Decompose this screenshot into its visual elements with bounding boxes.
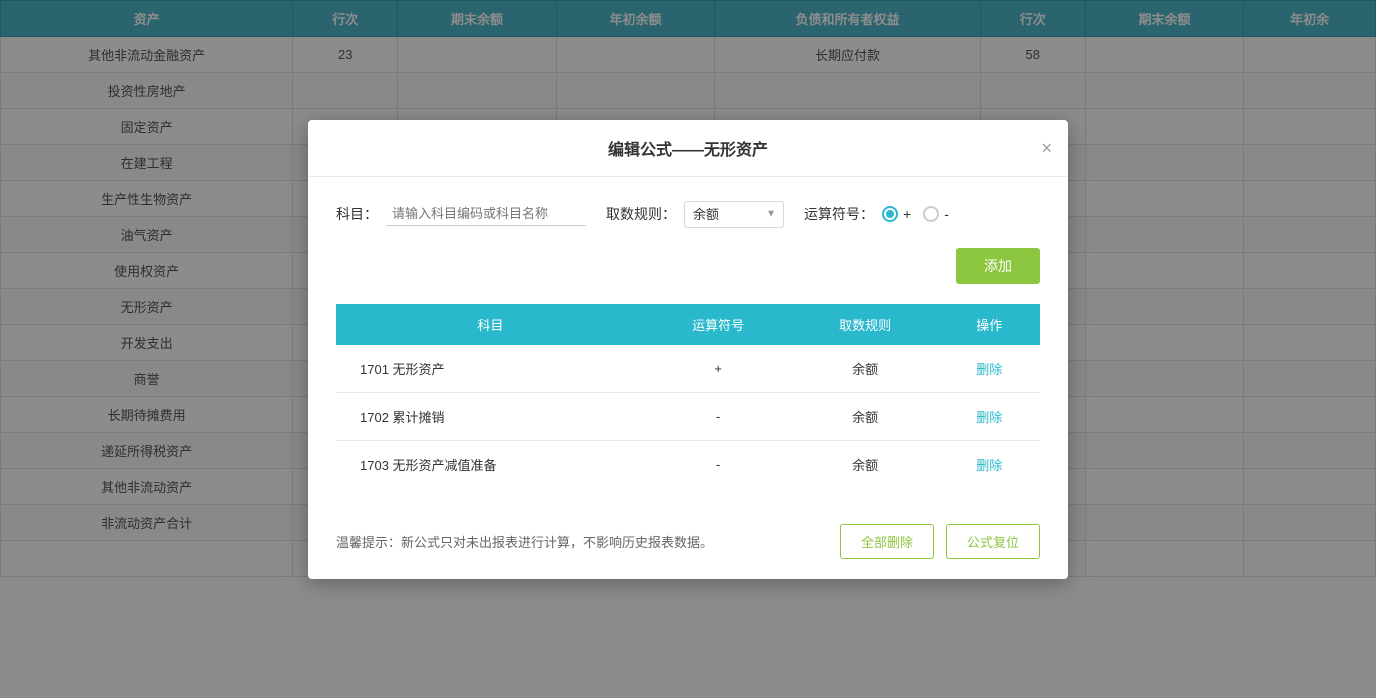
modal-header: 编辑公式——无形资产 × xyxy=(308,120,1068,177)
modal-footer: 温馨提示：新公式只对未出报表进行计算，不影响历史报表数据。 全部删除 公式复位 xyxy=(308,508,1068,579)
table-cell-rule: 余额 xyxy=(792,440,939,488)
table-row: 1701 无形资产+余额 删除 xyxy=(336,345,1040,393)
radio-plus-circle xyxy=(882,206,898,222)
table-row: 1702 累计摊销-余额 删除 xyxy=(336,392,1040,440)
rule-label: 取数规则： xyxy=(606,204,676,224)
delete-row-button[interactable]: 删除 xyxy=(976,458,1002,473)
delete-row-button[interactable]: 删除 xyxy=(976,410,1002,425)
modal-overlay: 编辑公式——无形资产 × 科目： 取数规则： 余额 借方 xyxy=(0,0,1376,698)
rule-select[interactable]: 余额 借方 贷方 借方发生额 贷方发生额 xyxy=(684,201,784,228)
reset-formula-button[interactable]: 公式复位 xyxy=(946,524,1040,559)
table-cell-operator: + xyxy=(645,345,792,393)
radio-plus-label: + xyxy=(903,206,911,222)
modal-title: 编辑公式——无形资产 xyxy=(608,142,768,159)
operator-group: 运算符号： + - xyxy=(804,204,949,224)
radio-minus-circle xyxy=(923,206,939,222)
form-row: 科目： 取数规则： 余额 借方 贷方 借方发生额 贷方发生额 xyxy=(336,201,1040,284)
table-cell-operator: - xyxy=(645,440,792,488)
table-cell-action: 删除 xyxy=(939,440,1040,488)
footer-buttons: 全部删除 公式复位 xyxy=(840,524,1040,559)
modal-close-button[interactable]: × xyxy=(1041,139,1052,157)
radio-plus[interactable]: + xyxy=(882,206,911,222)
col-action: 操作 xyxy=(939,304,1040,345)
subject-input[interactable] xyxy=(386,202,586,226)
table-cell-rule: 余额 xyxy=(792,345,939,393)
delete-row-button[interactable]: 删除 xyxy=(976,362,1002,377)
table-cell-subject: 1701 无形资产 xyxy=(336,345,645,393)
data-table: 科目 运算符号 取数规则 操作 1701 无形资产+余额删除1702 累计摊销-… xyxy=(336,304,1040,488)
table-cell-action: 删除 xyxy=(939,392,1040,440)
table-cell-operator: - xyxy=(645,392,792,440)
radio-group: + - xyxy=(882,206,949,222)
radio-minus-label: - xyxy=(944,206,949,222)
modal-dialog: 编辑公式——无形资产 × 科目： 取数规则： 余额 借方 xyxy=(308,120,1068,579)
col-subject: 科目 xyxy=(336,304,645,345)
radio-minus[interactable]: - xyxy=(923,206,949,222)
tip-text: 温馨提示：新公式只对未出报表进行计算，不影响历史报表数据。 xyxy=(336,532,713,551)
rule-group: 取数规则： 余额 借方 贷方 借方发生额 贷方发生额 xyxy=(606,201,784,228)
add-button[interactable]: 添加 xyxy=(956,248,1040,284)
col-rule: 取数规则 xyxy=(792,304,939,345)
modal-body: 科目： 取数规则： 余额 借方 贷方 借方发生额 贷方发生额 xyxy=(308,177,1068,508)
table-cell-subject: 1703 无形资产减值准备 xyxy=(336,440,645,488)
table-cell-subject: 1702 累计摊销 xyxy=(336,392,645,440)
subject-group: 科目： xyxy=(336,202,586,226)
subject-label: 科目： xyxy=(336,204,378,224)
col-operator: 运算符号 xyxy=(645,304,792,345)
table-row: 1703 无形资产减值准备-余额 删除 xyxy=(336,440,1040,488)
delete-all-button[interactable]: 全部删除 xyxy=(840,524,934,559)
operator-label: 运算符号： xyxy=(804,204,874,224)
rule-select-wrap: 余额 借方 贷方 借方发生额 贷方发生额 xyxy=(684,201,784,228)
table-cell-action: 删除 xyxy=(939,345,1040,393)
table-cell-rule: 余额 xyxy=(792,392,939,440)
